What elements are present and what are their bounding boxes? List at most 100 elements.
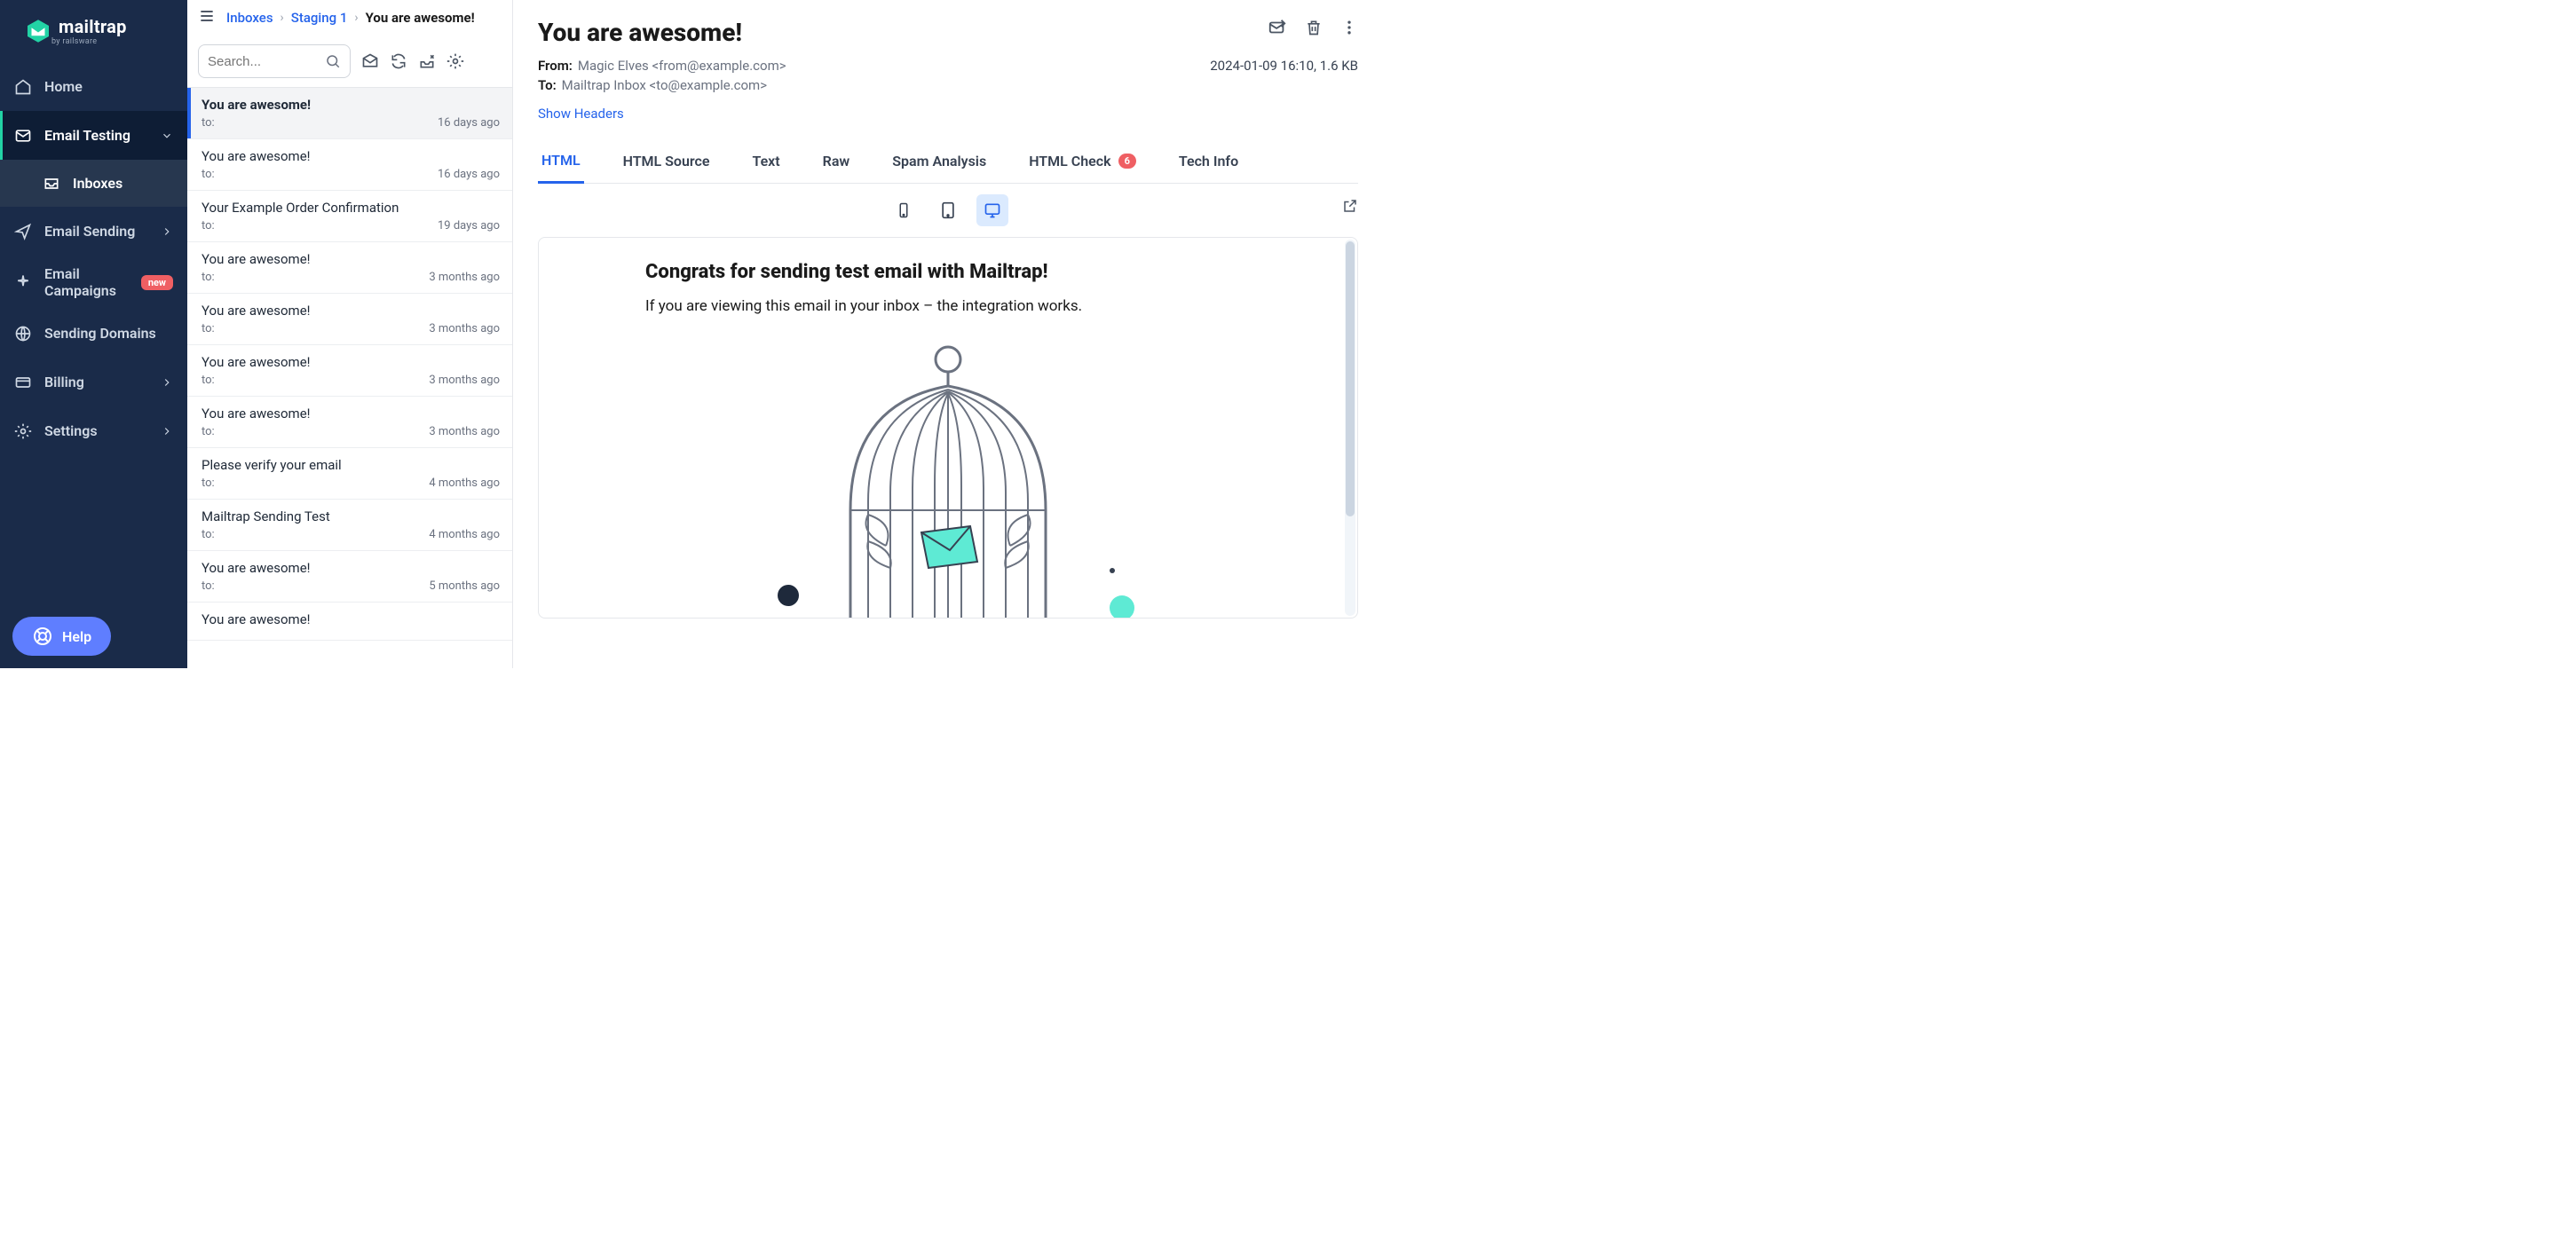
- tab-tech-info[interactable]: Tech Info: [1175, 143, 1242, 183]
- message-toolbar: [187, 35, 512, 88]
- hamburger-icon: [198, 7, 216, 25]
- message-item[interactable]: You are awesome!: [187, 603, 512, 641]
- menu-toggle-button[interactable]: [198, 7, 216, 28]
- message-to: to:: [201, 219, 215, 232]
- message-to: to:: [201, 322, 215, 335]
- message-to: to:: [201, 374, 215, 387]
- message-timestamp: 2024-01-09 16:10, 1.6 KB: [1210, 58, 1358, 97]
- sidebar-label-settings: Settings: [44, 422, 98, 439]
- lifebuoy-icon: [32, 626, 53, 647]
- message-item[interactable]: Please verify your emailto: 4 months ago: [187, 448, 512, 500]
- tab-raw[interactable]: Raw: [819, 143, 854, 183]
- mark-read-button[interactable]: [361, 52, 379, 70]
- preview-illustration: [762, 333, 1134, 618]
- tab-html-check[interactable]: HTML Check6: [1025, 143, 1140, 183]
- delete-button[interactable]: [1305, 19, 1323, 40]
- message-subject: Mailtrap Sending Test: [201, 508, 500, 524]
- message-time: 3 months ago: [429, 374, 500, 387]
- sidebar-item-email-sending[interactable]: Email Sending: [0, 207, 187, 256]
- inbox-settings-button[interactable]: [446, 52, 464, 70]
- message-item[interactable]: You are awesome!to: 3 months ago: [187, 242, 512, 294]
- help-button[interactable]: Help: [12, 617, 111, 656]
- message-time: 3 months ago: [429, 322, 500, 335]
- open-external-button[interactable]: [1342, 198, 1358, 217]
- tab-spam-analysis[interactable]: Spam Analysis: [889, 143, 990, 183]
- email-preview: Congrats for sending test email with Mai…: [538, 237, 1358, 618]
- logo[interactable]: mailtrap by railsware: [0, 0, 187, 62]
- home-icon: [14, 78, 32, 96]
- tablet-icon: [939, 201, 957, 220]
- message-time: 4 months ago: [429, 477, 500, 490]
- from-label: From:: [538, 58, 573, 74]
- message-subject: You are awesome!: [201, 611, 500, 627]
- message-item[interactable]: You are awesome!to: 3 months ago: [187, 345, 512, 397]
- sidebar-item-email-campaigns[interactable]: Email Campaigns new: [0, 256, 187, 309]
- message-time: 5 months ago: [429, 579, 500, 593]
- envelope-open-icon: [361, 52, 379, 70]
- forward-button[interactable]: [1268, 18, 1287, 41]
- chevron-right-icon: [161, 225, 173, 238]
- message-list[interactable]: You are awesome!to: 16 days agoYou are a…: [187, 88, 512, 668]
- trash-icon: [1305, 19, 1323, 36]
- more-options-button[interactable]: [1340, 19, 1358, 40]
- message-item[interactable]: Your Example Order Confirmationto: 19 da…: [187, 191, 512, 242]
- message-to: to:: [201, 579, 215, 593]
- sidebar-item-settings[interactable]: Settings: [0, 406, 187, 455]
- help-label: Help: [62, 628, 91, 645]
- from-value: Magic Elves <from@example.com>: [578, 58, 786, 74]
- message-time: 3 months ago: [429, 425, 500, 438]
- message-to: to:: [201, 271, 215, 284]
- sidebar-item-sending-domains[interactable]: Sending Domains: [0, 309, 187, 358]
- device-mobile-button[interactable]: [888, 194, 920, 226]
- clear-inbox-button[interactable]: [418, 52, 436, 70]
- message-time: 3 months ago: [429, 271, 500, 284]
- breadcrumb-bar: Inboxes › Staging 1 › You are awesome!: [187, 0, 512, 35]
- message-subject: You are awesome!: [201, 560, 500, 576]
- message-item[interactable]: You are awesome!to: 3 months ago: [187, 397, 512, 448]
- brand-subtitle: by railsware: [51, 37, 127, 46]
- sidebar-label-home: Home: [44, 78, 83, 95]
- message-item[interactable]: Mailtrap Sending Testto: 4 months ago: [187, 500, 512, 551]
- sidebar-item-home[interactable]: Home: [0, 62, 187, 111]
- tab-text[interactable]: Text: [748, 143, 783, 183]
- message-subject: You are awesome!: [201, 303, 500, 319]
- mailtrap-logo-icon: [25, 18, 51, 44]
- sidebar-item-inboxes[interactable]: Inboxes: [0, 160, 187, 207]
- message-item[interactable]: You are awesome!to: 16 days ago: [187, 88, 512, 139]
- device-desktop-button[interactable]: [976, 194, 1008, 226]
- breadcrumb-staging[interactable]: Staging 1: [291, 10, 348, 26]
- tab-html[interactable]: HTML: [538, 143, 584, 184]
- search-input[interactable]: [208, 54, 325, 69]
- device-tablet-button[interactable]: [932, 194, 964, 226]
- message-to: to:: [201, 425, 215, 438]
- message-item[interactable]: You are awesome! to: 5 months ago: [187, 551, 512, 603]
- device-switcher: [538, 194, 1358, 226]
- mobile-icon: [896, 201, 912, 220]
- new-badge: new: [141, 275, 173, 290]
- sidebar-item-billing[interactable]: Billing: [0, 358, 187, 406]
- desktop-icon: [983, 201, 1002, 219]
- message-subject: You are awesome!: [201, 97, 500, 113]
- message-detail: You are awesome! From:Magic Elves <from@…: [513, 0, 1383, 668]
- message-item[interactable]: You are awesome! to: 3 months ago: [187, 294, 512, 345]
- tab-html-source[interactable]: HTML Source: [620, 143, 714, 183]
- message-time: 16 days ago: [438, 168, 500, 181]
- message-item[interactable]: You are awesome!to: 16 days ago: [187, 139, 512, 191]
- breadcrumb-current: You are awesome!: [366, 10, 475, 26]
- brand-name: mailtrap: [59, 16, 127, 37]
- search-wrap[interactable]: [198, 44, 351, 78]
- message-subject: Your Example Order Confirmation: [201, 200, 500, 216]
- show-headers-link[interactable]: Show Headers: [538, 106, 1358, 122]
- gear-icon: [14, 422, 32, 440]
- breadcrumb-inboxes[interactable]: Inboxes: [226, 10, 273, 26]
- sidebar-item-email-testing[interactable]: Email Testing: [0, 111, 187, 160]
- send-icon: [14, 223, 32, 240]
- breadcrumb-sep: ›: [281, 11, 284, 25]
- preview-body: If you are viewing this email in your in…: [645, 297, 1251, 315]
- refresh-button[interactable]: [390, 52, 407, 70]
- message-to: to:: [201, 168, 215, 181]
- preview-scrollbar[interactable]: [1345, 240, 1355, 616]
- message-tabs: HTML HTML Source Text Raw Spam Analysis …: [538, 143, 1358, 184]
- chevron-right-icon: [161, 376, 173, 389]
- chevron-down-icon: [161, 130, 173, 142]
